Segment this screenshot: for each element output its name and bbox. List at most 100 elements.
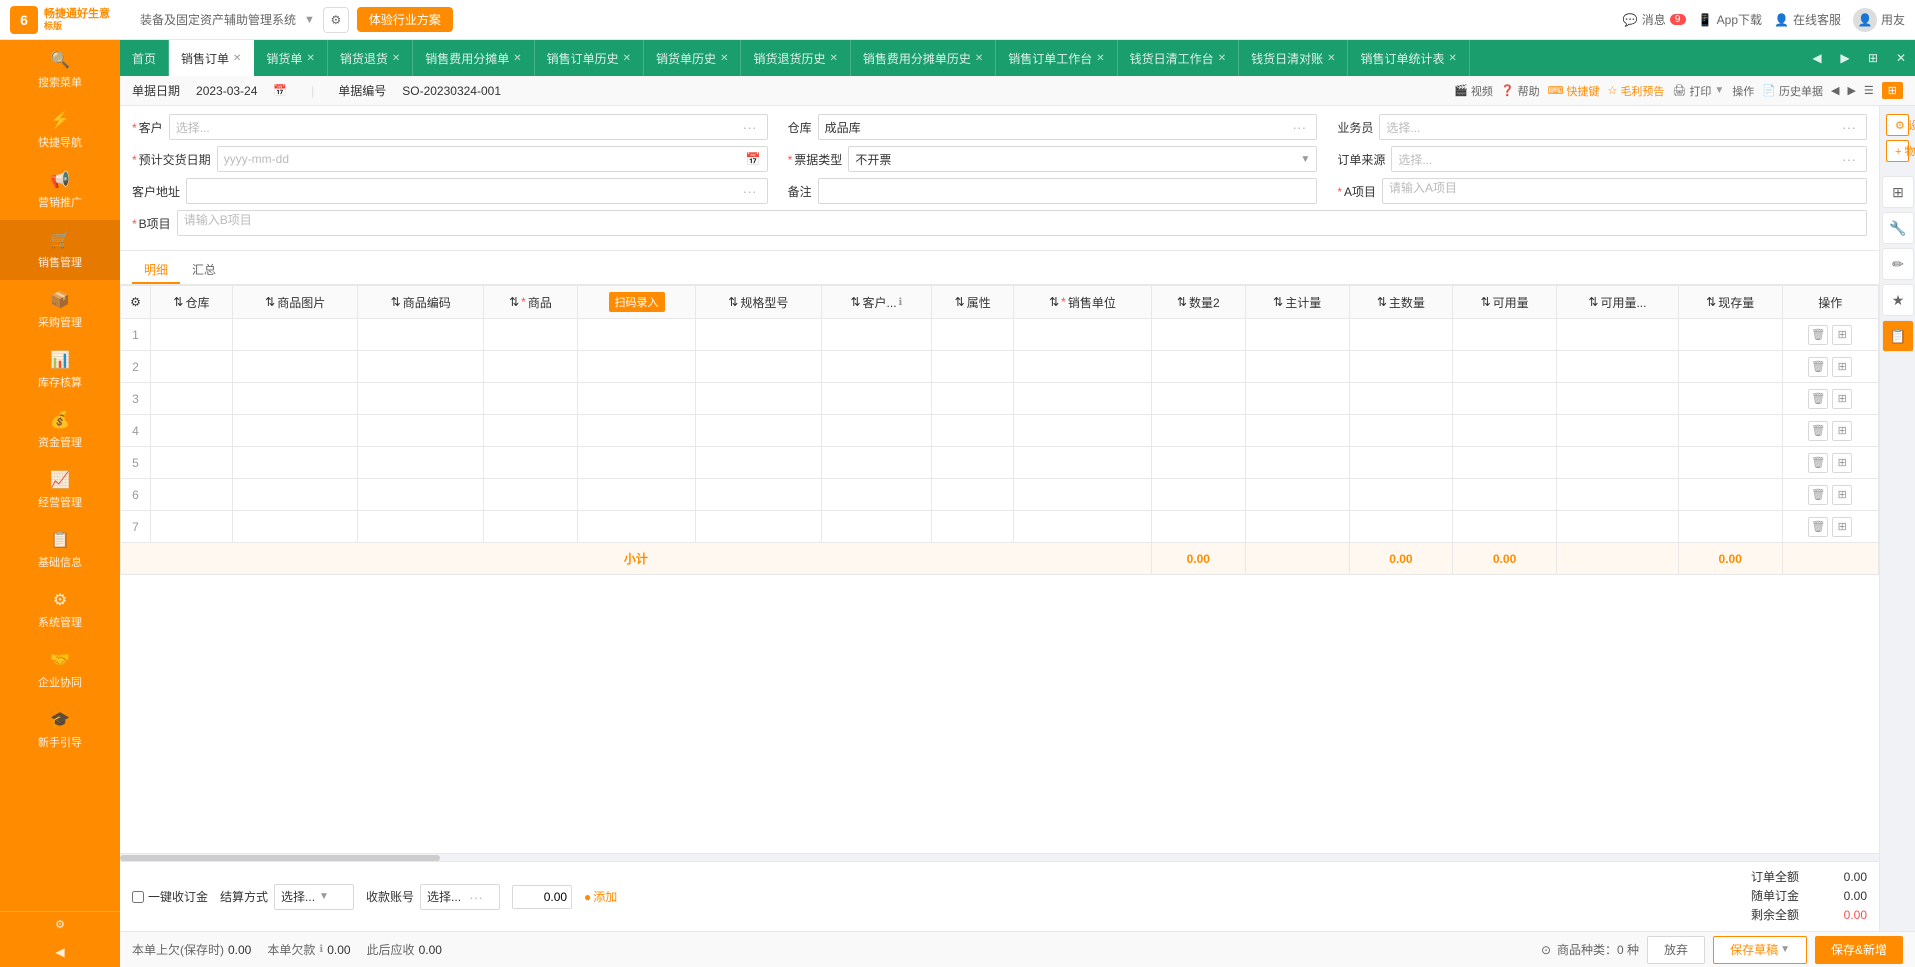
row-copy-btn[interactable]: ⊞ bbox=[1832, 325, 1852, 345]
nav-next-btn[interactable]: ▶ bbox=[1847, 84, 1855, 97]
col-image-header[interactable]: ⇅ 商品图片 bbox=[232, 286, 358, 319]
tab-close-2[interactable]: ✕ bbox=[306, 53, 314, 64]
right-icon-1[interactable]: ⊞ bbox=[1882, 176, 1914, 208]
tab-1[interactable]: 销售订单✕ bbox=[169, 40, 254, 76]
col-available2-header[interactable]: ⇅ 可用量... bbox=[1556, 286, 1678, 319]
add-material-btn[interactable]: + 物料 bbox=[1886, 140, 1909, 162]
row-delete-btn[interactable]: 🗑 bbox=[1808, 357, 1828, 377]
online-service-item[interactable]: 👤 在线客服 bbox=[1774, 11, 1841, 28]
tab-4[interactable]: 销售费用分摊单✕ bbox=[413, 40, 534, 76]
tab-6[interactable]: 销货单历史✕ bbox=[644, 40, 741, 76]
sidebar-item-0[interactable]: 🔍搜索菜单 bbox=[0, 40, 120, 100]
industry-btn[interactable]: 体验行业方案 bbox=[357, 7, 453, 32]
tab-0[interactable]: 首页 bbox=[120, 40, 169, 76]
settings-right-btn[interactable]: ⚙ 设置 bbox=[1886, 114, 1909, 136]
tab-next-btn[interactable]: ▶ bbox=[1831, 40, 1859, 76]
remark-input[interactable] bbox=[818, 178, 1318, 204]
row-copy-btn[interactable]: ⊞ bbox=[1832, 421, 1852, 441]
tab-expand-btn[interactable]: ⊞ bbox=[1859, 40, 1887, 76]
col-settings-header[interactable]: ⚙ bbox=[121, 286, 151, 319]
tab-3[interactable]: 销货退货✕ bbox=[328, 40, 413, 76]
tab-7[interactable]: 销货退货历史✕ bbox=[741, 40, 850, 76]
tab-prev-btn[interactable]: ◀ bbox=[1803, 40, 1831, 76]
tab-close-5[interactable]: ✕ bbox=[623, 53, 631, 64]
staff-input[interactable]: 选择... ··· bbox=[1379, 114, 1867, 140]
auto-settle-checkbox[interactable] bbox=[132, 891, 144, 903]
right-icon-3[interactable]: ✏ bbox=[1882, 248, 1914, 280]
row-delete-btn[interactable]: 🗑 bbox=[1808, 325, 1828, 345]
row-delete-btn[interactable]: 🗑 bbox=[1808, 389, 1828, 409]
tab-close-8[interactable]: ✕ bbox=[975, 53, 983, 64]
col-product-header[interactable]: ⇅ * 商品 bbox=[483, 286, 577, 319]
tab-9[interactable]: 销售订单工作台✕ bbox=[996, 40, 1117, 76]
list-view-btn[interactable]: ☰ bbox=[1864, 84, 1874, 97]
right-icon-4[interactable]: ★ bbox=[1882, 284, 1914, 316]
shortcut-btn[interactable]: ⌨ 快捷键 bbox=[1548, 83, 1600, 99]
row-copy-btn[interactable]: ⊞ bbox=[1832, 357, 1852, 377]
col-main-unit-header[interactable]: ⇅ 主计量 bbox=[1245, 286, 1349, 319]
customer-dots[interactable]: ··· bbox=[739, 119, 761, 135]
row-copy-btn[interactable]: ⊞ bbox=[1832, 485, 1852, 505]
sidebar-item-8[interactable]: 📋基础信息 bbox=[0, 520, 120, 580]
discard-btn[interactable]: 放弃 bbox=[1647, 936, 1705, 964]
tab-close-1[interactable]: ✕ bbox=[233, 53, 241, 64]
tab-close-11[interactable]: ✕ bbox=[1327, 53, 1335, 64]
staff-dots[interactable]: ··· bbox=[1838, 119, 1860, 135]
right-icon-2[interactable]: 🔧 bbox=[1882, 212, 1914, 244]
tab-close-7[interactable]: ✕ bbox=[829, 53, 837, 64]
operation-btn[interactable]: 操作 bbox=[1732, 83, 1754, 99]
row-copy-btn[interactable]: ⊞ bbox=[1832, 453, 1852, 473]
tab-5[interactable]: 销售订单历史✕ bbox=[535, 40, 644, 76]
card-view-btn[interactable]: ⊞ bbox=[1882, 82, 1903, 99]
col-qty2-header[interactable]: ⇅ 数量2 bbox=[1151, 286, 1245, 319]
tab-2[interactable]: 销货单✕ bbox=[254, 40, 327, 76]
tab-close-12[interactable]: ✕ bbox=[1449, 53, 1457, 64]
col-stock-header[interactable]: ⇅ 现存量 bbox=[1678, 286, 1782, 319]
warehouse-input[interactable]: 成品库 ··· bbox=[818, 114, 1318, 140]
user-item[interactable]: 👤 用友 bbox=[1853, 8, 1905, 32]
tab-close-10[interactable]: ✕ bbox=[1218, 53, 1226, 64]
tab-8[interactable]: 销售费用分摊单历史✕ bbox=[851, 40, 996, 76]
notification-item[interactable]: 💬 消息 9 bbox=[1623, 11, 1686, 28]
b-project-input[interactable]: 请输入B项目 bbox=[177, 210, 1867, 236]
sidebar-item-3[interactable]: 🛒销售管理 bbox=[0, 220, 120, 280]
col-code-header[interactable]: ⇅ 商品编码 bbox=[358, 286, 484, 319]
col-attribute-header[interactable]: ⇅ 属性 bbox=[932, 286, 1014, 319]
profit-btn[interactable]: ☆ 毛利预告 bbox=[1608, 83, 1665, 99]
col-spec-header[interactable]: ⇅ 规格型号 bbox=[696, 286, 822, 319]
calendar-icon-2[interactable]: 📅 bbox=[746, 152, 761, 166]
sidebar-item-11[interactable]: 🎓新手引导 bbox=[0, 700, 120, 760]
tab-close-4[interactable]: ✕ bbox=[513, 53, 521, 64]
sidebar-item-5[interactable]: 📊库存核算 bbox=[0, 340, 120, 400]
help-btn[interactable]: ❓ 帮助 bbox=[1501, 83, 1540, 99]
tab-close-9[interactable]: ✕ bbox=[1096, 53, 1104, 64]
order-source-dots[interactable]: ··· bbox=[1838, 151, 1860, 167]
save-draft-btn[interactable]: 保存草稿 ▼ bbox=[1713, 936, 1807, 964]
tab-close-3[interactable]: ✕ bbox=[392, 53, 400, 64]
system-dropdown-icon[interactable]: ▼ bbox=[304, 14, 315, 26]
col-main-qty-header[interactable]: ⇅ 主数量 bbox=[1349, 286, 1453, 319]
invoice-type-select[interactable]: 不开票 ▼ bbox=[848, 146, 1317, 172]
row-copy-btn[interactable]: ⊞ bbox=[1832, 517, 1852, 537]
settle-mode-select[interactable]: 选择... ▼ bbox=[274, 884, 354, 910]
order-source-input[interactable]: 选择... ··· bbox=[1391, 146, 1867, 172]
history-btn[interactable]: 📄 历史单据 bbox=[1762, 83, 1823, 99]
sidebar-item-7[interactable]: 📈经营管理 bbox=[0, 460, 120, 520]
col-warehouse-header[interactable]: ⇅ 仓库 bbox=[151, 286, 233, 319]
settings-bottom-icon[interactable]: ⚙ bbox=[0, 912, 120, 937]
right-icon-5[interactable]: 📋 bbox=[1882, 320, 1914, 352]
add-btn[interactable]: ● 添加 bbox=[584, 888, 617, 905]
sidebar-item-6[interactable]: 💰资金管理 bbox=[0, 400, 120, 460]
sidebar-item-2[interactable]: 📢营销推广 bbox=[0, 160, 120, 220]
save-new-btn[interactable]: 保存&新增 bbox=[1815, 936, 1903, 964]
sidebar-collapse-btn[interactable]: ◀ bbox=[0, 937, 120, 967]
col-available1-header[interactable]: ⇅ 可用量 bbox=[1453, 286, 1557, 319]
amount-input[interactable] bbox=[512, 885, 572, 909]
delivery-date-input[interactable]: yyyy-mm-dd 📅 bbox=[217, 146, 768, 172]
sidebar-item-9[interactable]: ⚙系统管理 bbox=[0, 580, 120, 640]
tab-10[interactable]: 钱货日清工作台✕ bbox=[1118, 40, 1239, 76]
tab-summary[interactable]: 汇总 bbox=[180, 257, 228, 284]
warehouse-dots[interactable]: ··· bbox=[1288, 119, 1310, 135]
sidebar-item-4[interactable]: 📦采购管理 bbox=[0, 280, 120, 340]
calendar-icon[interactable]: 📅 bbox=[273, 84, 287, 97]
